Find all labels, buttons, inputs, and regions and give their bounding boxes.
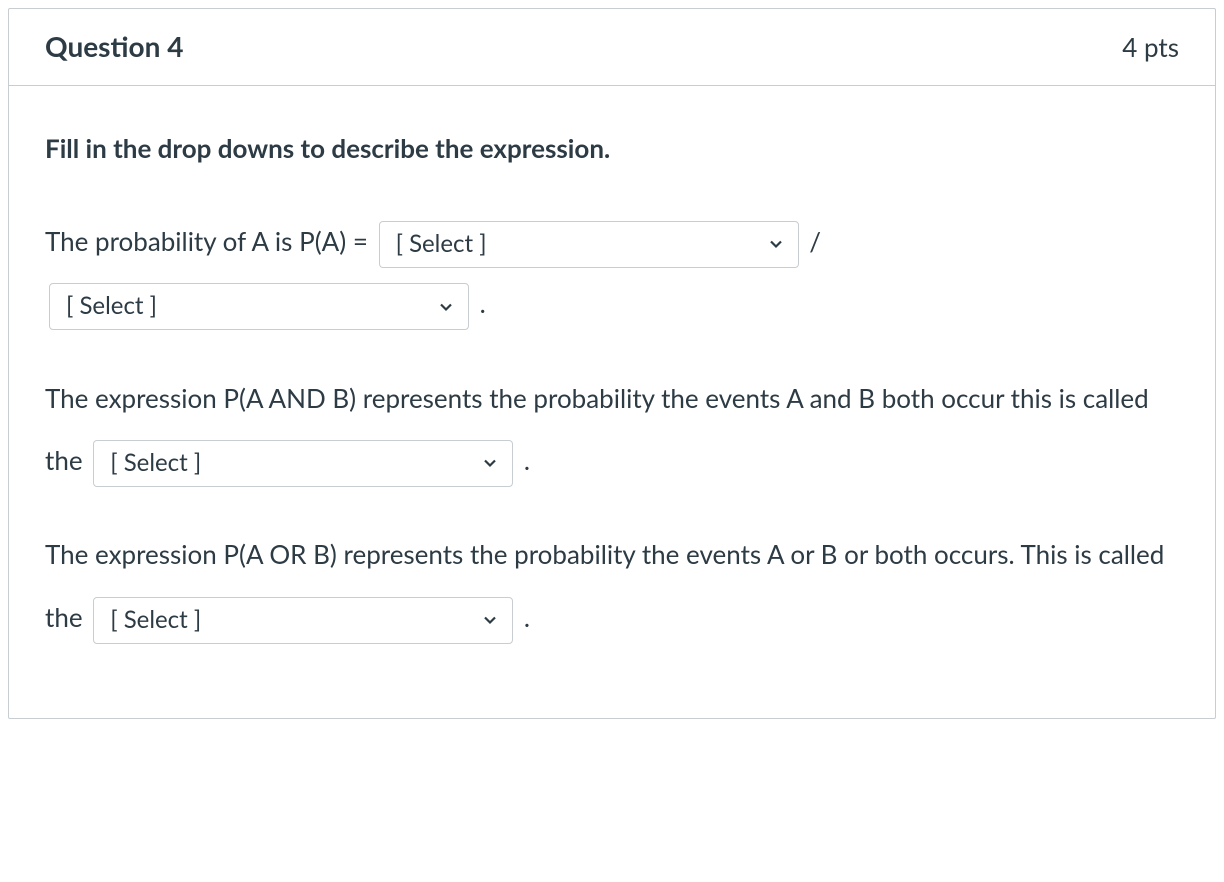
select-or-term-label: [ Select ] — [110, 606, 470, 635]
p1-text-between: / — [809, 225, 821, 257]
question-card: Question 4 4 pts Fill in the drop downs … — [8, 8, 1216, 719]
question-header: Question 4 4 pts — [9, 9, 1215, 86]
chevron-down-icon — [768, 236, 784, 252]
p3-text-after: . — [524, 601, 530, 633]
select-numerator-label: [ Select ] — [396, 230, 756, 259]
instructions-text: Fill in the drop downs to describe the e… — [45, 132, 1179, 166]
select-and-term-label: [ Select ] — [110, 449, 470, 478]
select-denominator[interactable]: [ Select ] — [49, 283, 469, 330]
select-numerator[interactable]: [ Select ] — [379, 221, 799, 268]
question-text: The probability of A is P(A) = [ Select … — [45, 210, 1179, 648]
question-points: 4 pts — [1122, 31, 1179, 63]
select-denominator-label: [ Select ] — [66, 292, 426, 321]
select-or-term[interactable]: [ Select ] — [93, 597, 513, 644]
question-title: Question 4 — [45, 29, 183, 63]
paragraph-1: The probability of A is P(A) = [ Select … — [45, 210, 1179, 335]
chevron-down-icon — [482, 455, 498, 471]
question-body: Fill in the drop downs to describe the e… — [9, 86, 1215, 718]
p2-text-after: . — [524, 444, 530, 476]
chevron-down-icon — [438, 299, 454, 315]
chevron-down-icon — [482, 612, 498, 628]
select-and-term[interactable]: [ Select ] — [93, 440, 513, 487]
paragraph-2: The expression P(A AND B) represents the… — [45, 367, 1179, 492]
p1-text-after: . — [480, 287, 486, 319]
paragraph-3: The expression P(A OR B) represents the … — [45, 523, 1179, 648]
p1-text-before: The probability of A is P(A) = — [45, 225, 375, 257]
